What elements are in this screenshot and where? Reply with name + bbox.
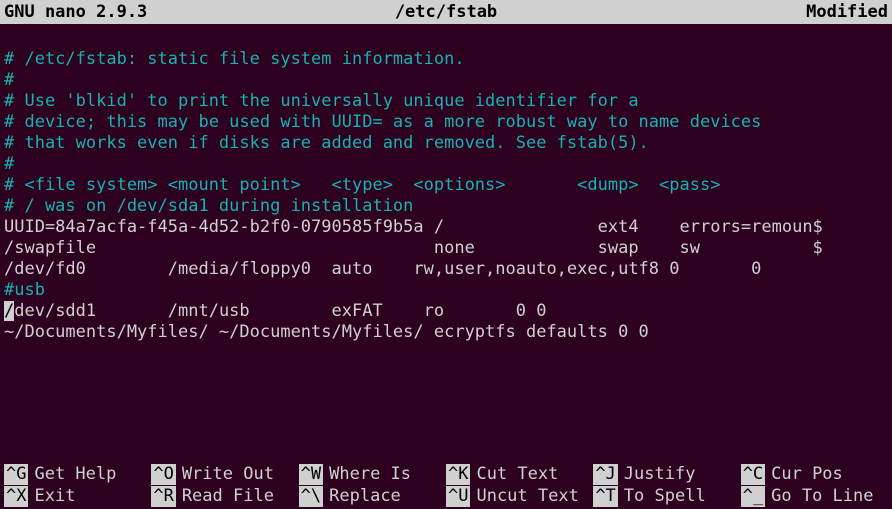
shortcut-item[interactable]: ^_ Go To Line [741, 485, 888, 507]
shortcut-label: Replace [329, 486, 401, 507]
shortcut-item[interactable]: ^C Cur Pos [741, 463, 888, 485]
shortcut-label: Cur Pos [771, 464, 843, 485]
shortcut-label: Go To Line [771, 486, 873, 507]
shortcut-label: Where Is [329, 464, 411, 485]
editor-line[interactable]: # [4, 154, 888, 175]
shortcut-key: ^R [151, 486, 175, 507]
app-name: GNU nano 2.9.3 [4, 2, 147, 23]
shortcut-key: ^O [151, 464, 175, 485]
editor-line[interactable]: ~/Documents/Myfiles/ ~/Documents/Myfiles… [4, 322, 888, 343]
shortcut-item[interactable]: ^K Cut Text [446, 463, 593, 485]
shortcut-key: ^G [4, 464, 28, 485]
shortcut-label: Read File [182, 486, 274, 507]
editor-line[interactable]: #usb [4, 280, 888, 301]
shortcut-item[interactable]: ^J Justify [593, 463, 740, 485]
editor-line[interactable]: # <file system> <mount point> <type> <op… [4, 175, 888, 196]
editor-area[interactable]: # /etc/fstab: static file system informa… [0, 24, 892, 343]
shortcut-key: ^X [4, 486, 28, 507]
editor-line[interactable]: # [4, 70, 888, 91]
shortcut-item[interactable]: ^\ Replace [299, 485, 446, 507]
shortcut-label: To Spell [624, 486, 706, 507]
editor-line[interactable]: # / was on /dev/sda1 during installation [4, 196, 888, 217]
shortcut-key: ^K [446, 464, 470, 485]
editor-line[interactable]: /dev/fd0 /media/floppy0 auto rw,user,noa… [4, 259, 888, 280]
shortcut-label: Uncut Text [476, 486, 578, 507]
shortcut-row-2: ^X Exit ^R Read File ^\ Replace ^U Uncut Text ^T… [4, 485, 888, 507]
shortcut-item[interactable]: ^X Exit [4, 485, 151, 507]
shortcut-key: ^U [446, 486, 470, 507]
shortcut-label: Get Help [34, 464, 116, 485]
shortcut-key: ^J [593, 464, 617, 485]
editor-line[interactable]: /dev/sdd1 /mnt/usb exFAT ro 0 0 [4, 301, 888, 322]
shortcut-key: ^W [299, 464, 323, 485]
shortcut-label: Exit [34, 486, 75, 507]
editor-line[interactable]: UUID=84a7acfa-f45a-4d52-b2f0-0790585f9b5… [4, 217, 888, 238]
shortcut-item[interactable]: ^T To Spell [593, 485, 740, 507]
shortcut-item[interactable]: ^U Uncut Text [446, 485, 593, 507]
shortcut-row-1: ^G Get Help ^O Write Out ^W Where Is ^K Cut Tex… [4, 463, 888, 485]
shortcut-key: ^\ [299, 486, 323, 507]
shortcut-label: Justify [624, 464, 696, 485]
shortcut-key: ^T [593, 486, 617, 507]
editor-line[interactable]: # /etc/fstab: static file system informa… [4, 49, 888, 70]
shortcut-label: Cut Text [476, 464, 558, 485]
shortcut-label: Write Out [182, 464, 274, 485]
editor-line[interactable]: # device; this may be used with UUID= as… [4, 112, 888, 133]
modified-status: Modified [806, 2, 888, 23]
shortcut-key: ^_ [741, 486, 765, 507]
shortcut-item[interactable]: ^W Where Is [299, 463, 446, 485]
shortcut-key: ^C [741, 464, 765, 485]
cursor: / [4, 301, 14, 321]
editor-line[interactable]: # Use 'blkid' to print the universally u… [4, 91, 888, 112]
shortcut-item[interactable]: ^O Write Out [151, 463, 298, 485]
editor-line[interactable]: /swapfile none swap sw $ [4, 238, 888, 259]
shortcut-bar: ^G Get Help ^O Write Out ^W Where Is ^K Cut Tex… [0, 463, 892, 509]
editor-line[interactable]: # that works even if disks are added and… [4, 133, 888, 154]
shortcut-item[interactable]: ^R Read File [151, 485, 298, 507]
shortcut-item[interactable]: ^G Get Help [4, 463, 151, 485]
title-bar: GNU nano 2.9.3 /etc/fstab Modified [0, 0, 892, 24]
